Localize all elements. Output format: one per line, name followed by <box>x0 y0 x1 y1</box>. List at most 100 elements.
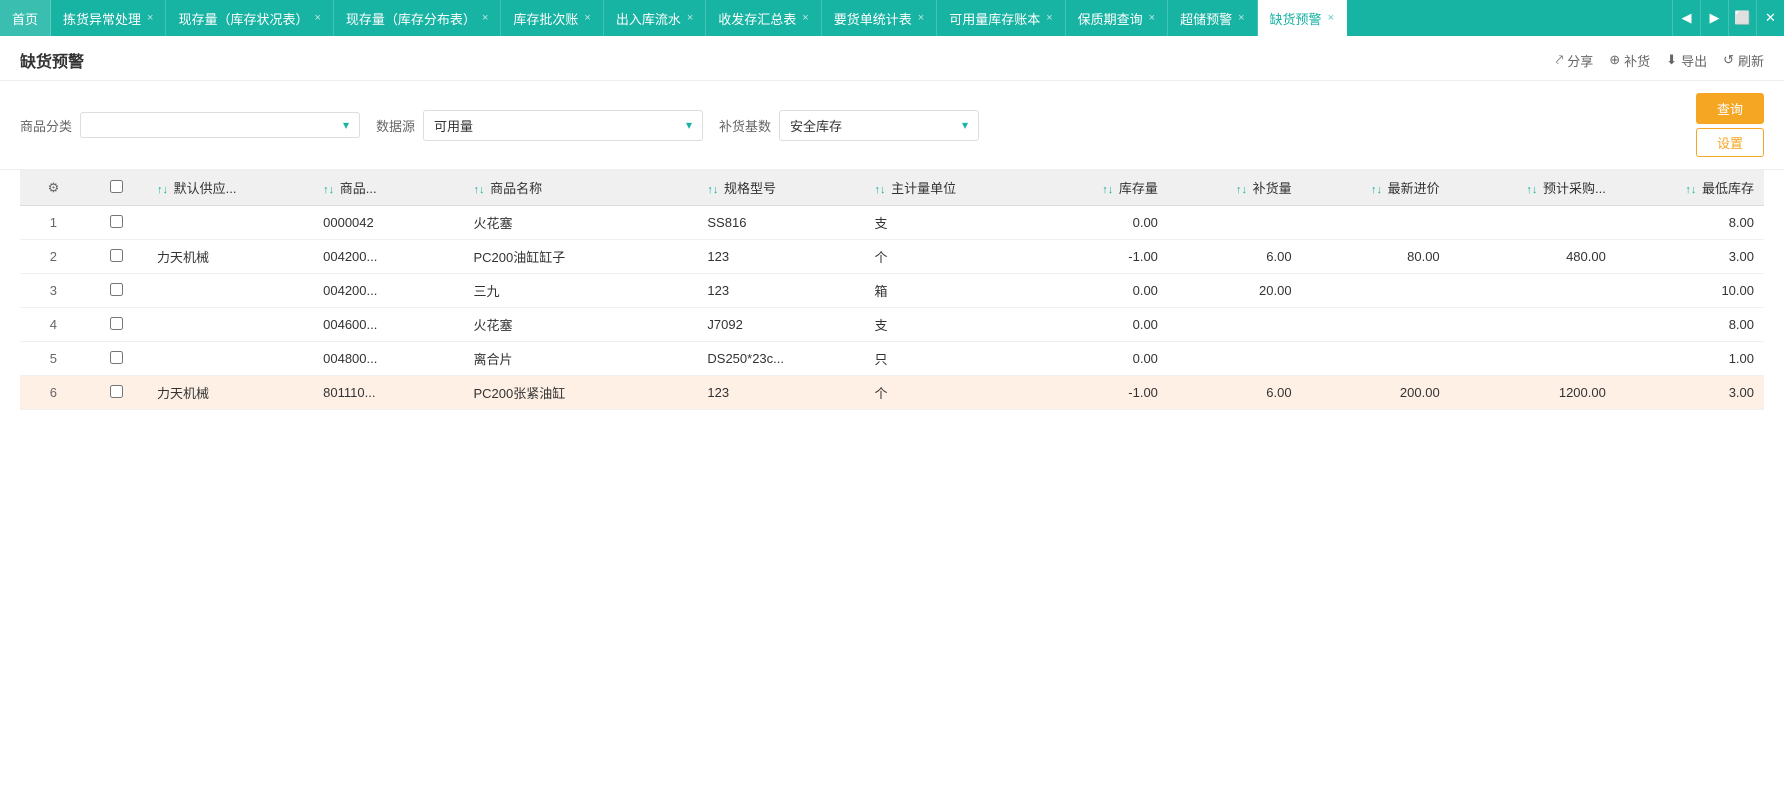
table-row[interactable]: 2 力天机械 004200... PC200油缸缸子 123 个 -1.00 6… <box>20 240 1764 274</box>
cell-stock: -1.00 <box>1034 240 1168 274</box>
th-unit: ↑↓ 主计量单位 <box>864 170 1034 206</box>
tab-close-expiry[interactable]: × <box>1149 12 1155 24</box>
cell-checkbox[interactable] <box>87 274 147 308</box>
tab-shortage[interactable]: 缺货预警 × <box>1258 0 1347 36</box>
replenish-icon: ⊕ <box>1609 52 1620 68</box>
tab-close-available-ledger[interactable]: × <box>1046 12 1052 24</box>
cell-index: 5 <box>20 342 87 376</box>
cell-replenish <box>1168 308 1302 342</box>
cell-min-stock: 10.00 <box>1616 274 1764 308</box>
row-checkbox[interactable] <box>110 249 123 262</box>
header-actions: ⤤ 分享 ⊕ 补货 ⬇ 导出 ↺ 刷新 <box>1556 51 1764 70</box>
th-settings[interactable]: ⚙ <box>20 170 87 206</box>
filter-datasource-label: 数据源 <box>376 116 415 135</box>
th-stock: ↑↓ 库存量 <box>1034 170 1168 206</box>
tab-close-batch[interactable]: × <box>584 12 590 24</box>
sort-min-stock-icon[interactable]: ↑↓ <box>1685 184 1696 196</box>
sort-replenish-icon[interactable]: ↑↓ <box>1236 184 1247 196</box>
gear-icon[interactable]: ⚙ <box>48 180 60 195</box>
filter-basis-arrow: ▾ <box>962 118 968 132</box>
table-row[interactable]: 1 0000042 火花塞 SS816 支 0.00 8.00 <box>20 206 1764 240</box>
share-button[interactable]: ⤤ 分享 <box>1556 51 1593 70</box>
settings-button[interactable]: 设置 <box>1696 128 1764 157</box>
filter-basis-select[interactable]: 安全库存 ▾ <box>779 110 979 141</box>
cell-supplier <box>147 274 313 308</box>
tab-close-inventory-dist[interactable]: × <box>482 12 488 24</box>
window-close[interactable]: ✕ <box>1756 0 1784 36</box>
sort-spec-icon[interactable]: ↑↓ <box>707 184 718 196</box>
cell-index: 6 <box>20 376 87 410</box>
sort-goods-code-icon[interactable]: ↑↓ <box>323 184 334 196</box>
tab-nav-prev[interactable]: ◀ <box>1672 0 1700 36</box>
cell-supplier: 力天机械 <box>147 376 313 410</box>
tab-nav-next[interactable]: ▶ <box>1700 0 1728 36</box>
table-row[interactable]: 5 004800... 离合片 DS250*23c... 只 0.00 1.00 <box>20 342 1764 376</box>
tab-batch[interactable]: 库存批次账 × <box>501 0 603 36</box>
tab-receive-send[interactable]: 收发存汇总表 × <box>706 0 821 36</box>
tab-inout-flow[interactable]: 出入库流水 × <box>604 0 706 36</box>
filter-category-group: 商品分类 ▾ <box>20 112 360 138</box>
cell-stock: 0.00 <box>1034 308 1168 342</box>
cell-goods-name: 离合片 <box>464 342 698 376</box>
row-checkbox[interactable] <box>110 385 123 398</box>
cell-checkbox[interactable] <box>87 376 147 410</box>
window-restore[interactable]: ⬜ <box>1728 0 1756 36</box>
select-all-checkbox[interactable] <box>110 180 123 193</box>
refresh-button[interactable]: ↺ 刷新 <box>1723 51 1764 70</box>
filter-basis-group: 补货基数 安全库存 ▾ <box>719 110 979 141</box>
row-checkbox[interactable] <box>110 215 123 228</box>
tab-close-demand-stats[interactable]: × <box>918 12 924 24</box>
cell-checkbox[interactable] <box>87 240 147 274</box>
cell-checkbox[interactable] <box>87 342 147 376</box>
tab-close-abnormal[interactable]: × <box>147 12 153 24</box>
tab-demand-stats[interactable]: 要货单统计表 × <box>822 0 937 36</box>
tab-close-receive-send[interactable]: × <box>802 12 808 24</box>
row-checkbox[interactable] <box>110 317 123 330</box>
th-min-stock: ↑↓ 最低库存 <box>1616 170 1764 206</box>
filter-category-select[interactable]: ▾ <box>80 112 360 138</box>
tab-available-ledger[interactable]: 可用量库存账本 × <box>937 0 1065 36</box>
cell-latest-price: 200.00 <box>1302 376 1450 410</box>
tab-overstock[interactable]: 超储预警 × <box>1168 0 1257 36</box>
cell-supplier <box>147 308 313 342</box>
cell-replenish: 20.00 <box>1168 274 1302 308</box>
cell-checkbox[interactable] <box>87 206 147 240</box>
sort-supplier-icon[interactable]: ↑↓ <box>157 184 168 196</box>
tab-expiry[interactable]: 保质期查询 × <box>1066 0 1168 36</box>
sort-unit-icon[interactable]: ↑↓ <box>874 184 885 196</box>
table-row[interactable]: 6 力天机械 801110... PC200张紧油缸 123 个 -1.00 6… <box>20 376 1764 410</box>
tab-inventory-status[interactable]: 现存量（库存状况表） × <box>166 0 333 36</box>
tab-close-inout-flow[interactable]: × <box>687 12 693 24</box>
filter-datasource-select[interactable]: 可用量 ▾ <box>423 110 703 141</box>
cell-checkbox[interactable] <box>87 308 147 342</box>
tab-close-shortage[interactable]: × <box>1328 12 1334 24</box>
row-checkbox[interactable] <box>110 283 123 296</box>
table-row[interactable]: 4 004600... 火花塞 J7092 支 0.00 8.00 <box>20 308 1764 342</box>
row-checkbox[interactable] <box>110 351 123 364</box>
tab-close-overstock[interactable]: × <box>1238 12 1244 24</box>
tab-close-inventory-status[interactable]: × <box>314 12 320 24</box>
export-button[interactable]: ⬇ 导出 <box>1666 51 1707 70</box>
cell-unit: 个 <box>864 376 1034 410</box>
tab-inventory-dist[interactable]: 现存量（库存分布表） × <box>334 0 501 36</box>
tab-home[interactable]: 首页 <box>0 0 51 36</box>
table-container: ⚙ ↑↓ 默认供应... ↑↓ 商品... ↑↓ 商品 <box>0 170 1784 410</box>
cell-goods-code: 801110... <box>313 376 463 410</box>
sort-stock-icon[interactable]: ↑↓ <box>1102 184 1113 196</box>
th-replenish: ↑↓ 补货量 <box>1168 170 1302 206</box>
th-checkbox[interactable] <box>87 170 147 206</box>
filter-category-label: 商品分类 <box>20 116 72 135</box>
page-header: 缺货预警 ⤤ 分享 ⊕ 补货 ⬇ 导出 ↺ 刷新 <box>0 36 1784 81</box>
cell-replenish <box>1168 206 1302 240</box>
sort-est-purchase-icon[interactable]: ↑↓ <box>1526 184 1537 196</box>
sort-latest-price-icon[interactable]: ↑↓ <box>1371 184 1382 196</box>
table-row[interactable]: 3 004200... 三九 123 箱 0.00 20.00 10.00 <box>20 274 1764 308</box>
replenish-button[interactable]: ⊕ 补货 <box>1609 51 1650 70</box>
cell-supplier <box>147 342 313 376</box>
tab-abnormal[interactable]: 拣货异常处理 × <box>51 0 166 36</box>
sort-goods-name-icon[interactable]: ↑↓ <box>474 184 485 196</box>
tab-bar: 首页 拣货异常处理 × 现存量（库存状况表） × 现存量（库存分布表） × 库存… <box>0 0 1784 36</box>
cell-latest-price <box>1302 308 1450 342</box>
refresh-icon: ↺ <box>1723 52 1734 68</box>
query-button[interactable]: 查询 <box>1696 93 1764 124</box>
